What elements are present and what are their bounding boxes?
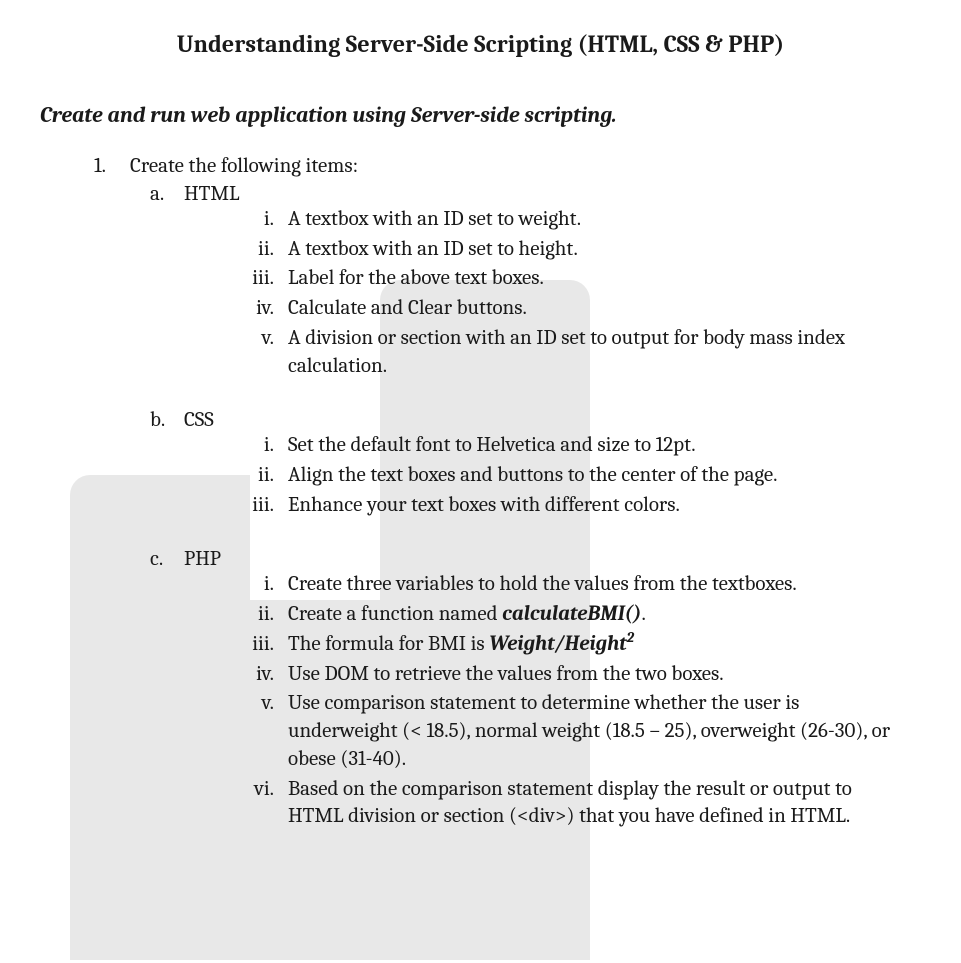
formula: Weight/Height2 (489, 632, 634, 656)
list-marker: iv. (224, 295, 288, 323)
list-marker: vi. (224, 776, 288, 831)
list-item: ii. Create a function named calculateBMI… (224, 601, 901, 629)
list-item: iii. The formula for BMI is Weight/Heigh… (224, 631, 901, 659)
list-text: Align the text boxes and buttons to the … (288, 462, 901, 490)
list-marker: iii. (224, 631, 288, 659)
list-marker: i. (224, 571, 288, 599)
list-label: HTML (184, 182, 239, 206)
page-subtitle: Create and run web application using Ser… (40, 102, 921, 128)
list-marker: c. (150, 547, 184, 571)
list-marker: ii. (224, 462, 288, 490)
list-marker: v. (224, 690, 288, 773)
list-marker: 1. (94, 154, 130, 178)
list-item: ii. Align the text boxes and buttons to … (224, 462, 901, 490)
list-marker: ii. (224, 236, 288, 264)
list-marker: v. (224, 325, 288, 380)
list-text: Based on the comparison statement displa… (288, 776, 901, 831)
list-item-1: 1. Create the following items: (94, 154, 921, 178)
list-item: i. Set the default font to Helvetica and… (224, 432, 901, 460)
list-item-b: b. CSS (150, 408, 921, 432)
list-text: Label for the above text boxes. (288, 265, 901, 293)
list-text: The formula for BMI is Weight/Height2 (288, 631, 901, 659)
list-item-c: c. PHP (150, 547, 921, 571)
list-marker: a. (150, 182, 184, 206)
list-text: Use DOM to retrieve the values from the … (288, 661, 901, 689)
list-item: iv. Calculate and Clear buttons. (224, 295, 901, 323)
list-text: Calculate and Clear buttons. (288, 295, 901, 323)
list-item: ii. A textbox with an ID set to height. (224, 236, 901, 264)
list-text: Use comparison statement to determine wh… (288, 690, 901, 773)
list-item: v. A division or section with an ID set … (224, 325, 901, 380)
code-name: calculateBMI() (502, 602, 641, 626)
list-item: vi. Based on the comparison statement di… (224, 776, 901, 831)
list-text: Create a function named calculateBMI(). (288, 601, 901, 629)
text-run: The formula for BMI is (288, 632, 489, 656)
list-item: v. Use comparison statement to determine… (224, 690, 901, 773)
list-marker: b. (150, 408, 184, 432)
list-text: A textbox with an ID set to height. (288, 236, 901, 264)
list-marker: iii. (224, 265, 288, 293)
list-text: Enhance your text boxes with different c… (288, 492, 901, 520)
list-item: iii. Enhance your text boxes with differ… (224, 492, 901, 520)
formula-base: Weight/Height (489, 632, 626, 656)
list-text: Set the default font to Helvetica and si… (288, 432, 901, 460)
list-item: iv. Use DOM to retrieve the values from … (224, 661, 901, 689)
formula-exponent: 2 (627, 629, 634, 646)
page-title: Understanding Server-Side Scripting (HTM… (40, 30, 921, 58)
list-label: PHP (184, 547, 221, 571)
list-text: A textbox with an ID set to weight. (288, 206, 901, 234)
list-item: i. Create three variables to hold the va… (224, 571, 901, 599)
list-marker: iii. (224, 492, 288, 520)
list-marker: ii. (224, 601, 288, 629)
list-text: Create the following items: (130, 154, 358, 178)
list-label: CSS (184, 408, 214, 432)
list-marker: iv. (224, 661, 288, 689)
list-marker: i. (224, 206, 288, 234)
list-text: A division or section with an ID set to … (288, 325, 901, 380)
list-marker: i. (224, 432, 288, 460)
text-run: . (641, 602, 645, 626)
list-item-a: a. HTML (150, 182, 921, 206)
text-run: Create a function named (288, 602, 502, 626)
list-item: i. A textbox with an ID set to weight. (224, 206, 901, 234)
document-body: Understanding Server-Side Scripting (HTM… (40, 30, 921, 831)
list-text: Create three variables to hold the value… (288, 571, 901, 599)
list-item: iii. Label for the above text boxes. (224, 265, 901, 293)
